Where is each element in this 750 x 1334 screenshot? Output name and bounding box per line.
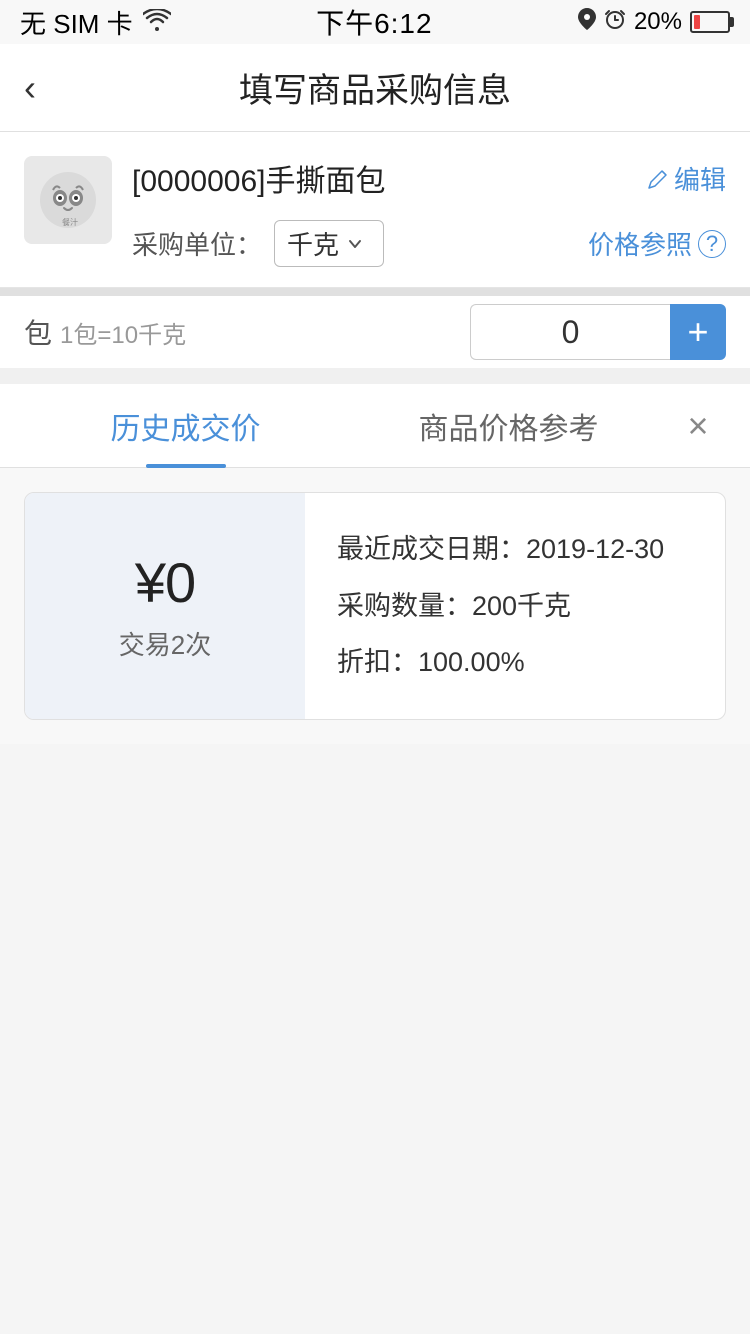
price-detail-date: 最近成交日期：2019-12-30 <box>337 529 693 570</box>
quantity-sub-label: 1包=10千克 <box>60 315 470 350</box>
price-detail-quantity: 采购数量：200千克 <box>337 586 693 627</box>
location-icon <box>578 8 596 37</box>
price-transactions: 交易2次 <box>119 625 211 662</box>
product-thumbnail: 餐汁 <box>24 156 112 244</box>
status-time: 下午6:12 <box>316 2 433 42</box>
section-divider <box>0 288 750 296</box>
edit-button[interactable]: 编辑 <box>648 160 726 197</box>
price-ref-button[interactable]: 价格参照 ? <box>588 225 726 262</box>
tabs-container: 历史成交价 商品价格参考 × <box>0 384 750 468</box>
product-name-row: [0000006]手撕面包 编辑 <box>132 156 726 200</box>
quantity-input[interactable] <box>470 304 670 360</box>
quantity-input-area: + <box>470 304 726 360</box>
product-info: [0000006]手撕面包 编辑 采购单位： 千克 <box>132 156 726 267</box>
battery-percent: 20% <box>634 8 682 36</box>
status-left: 无 SIM 卡 <box>20 4 171 41</box>
price-detail-discount: 折扣：100.00% <box>337 642 693 683</box>
unit-select[interactable]: 千克 <box>274 220 384 267</box>
status-right: 20% <box>578 8 730 37</box>
battery-fill <box>694 15 700 29</box>
chevron-down-icon <box>347 236 363 252</box>
svg-text:餐汁: 餐汁 <box>62 217 78 227</box>
tabs-close-button[interactable]: × <box>670 398 726 454</box>
page-title: 填写商品采购信息 <box>239 63 511 112</box>
quantity-unit-label: 包 <box>24 312 52 352</box>
status-bar: 无 SIM 卡 下午6:12 20 <box>0 0 750 44</box>
back-button[interactable]: ‹ <box>24 67 84 109</box>
quantity-plus-button[interactable]: + <box>670 304 726 360</box>
battery-icon <box>690 11 730 33</box>
nav-bar: ‹ 填写商品采购信息 <box>0 44 750 132</box>
price-right-panel: 最近成交日期：2019-12-30 采购数量：200千克 折扣：100.00% <box>305 493 725 719</box>
product-unit-row: 采购单位： 千克 价格参照 ? <box>132 220 726 267</box>
carrier-text: 无 SIM 卡 <box>20 4 133 41</box>
quantity-row: 包 1包=10千克 + <box>0 296 750 376</box>
product-card: 餐汁 [0000006]手撕面包 编辑 采购单位： 千克 <box>0 132 750 288</box>
history-content: ¥0 交易2次 最近成交日期：2019-12-30 采购数量：200千克 折扣：… <box>0 468 750 744</box>
product-name: [0000006]手撕面包 <box>132 156 385 200</box>
price-value: ¥0 <box>135 550 195 615</box>
unit-label: 采购单位： <box>132 225 262 262</box>
product-logo: 餐汁 <box>38 170 98 230</box>
alarm-icon <box>604 8 626 37</box>
help-icon: ? <box>698 230 726 258</box>
edit-icon <box>648 167 670 189</box>
wifi-icon <box>143 7 171 38</box>
price-card: ¥0 交易2次 最近成交日期：2019-12-30 采购数量：200千克 折扣：… <box>24 492 726 720</box>
product-header: 餐汁 [0000006]手撕面包 编辑 采购单位： 千克 <box>24 156 726 267</box>
unit-section: 采购单位： 千克 <box>132 220 384 267</box>
price-left-panel: ¥0 交易2次 <box>25 493 305 719</box>
tab-product-price-ref[interactable]: 商品价格参考 <box>347 384 670 468</box>
tab-history-price[interactable]: 历史成交价 <box>24 384 347 468</box>
